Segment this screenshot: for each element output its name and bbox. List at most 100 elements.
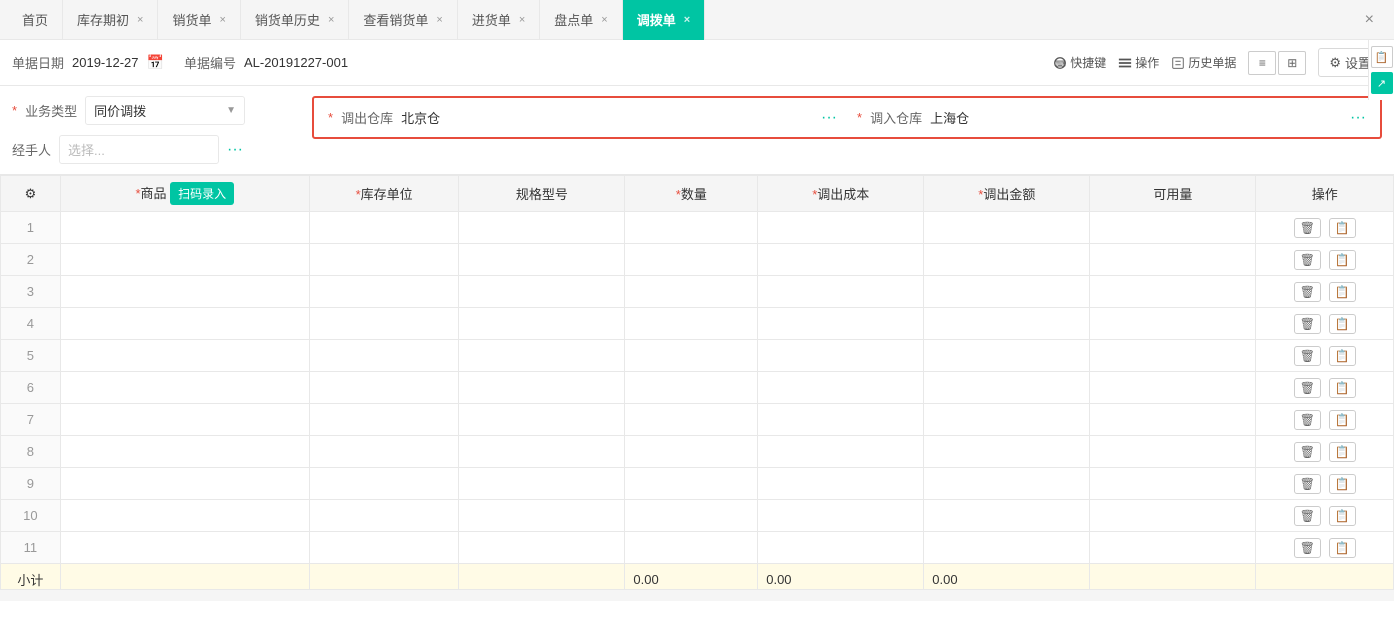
history-action[interactable]: 历史单据 [1171,54,1236,71]
cell-product-2[interactable] [60,244,309,276]
delete-btn-4[interactable]: 🗑 [1294,314,1321,334]
cell-spec-4[interactable] [459,308,625,340]
cell-available-11[interactable] [1090,532,1256,564]
cell-available-4[interactable] [1090,308,1256,340]
delete-btn-9[interactable]: 🗑 [1294,474,1321,494]
cell-product-5[interactable] [60,340,309,372]
cell-qty-2[interactable] [625,244,758,276]
tab-sales-history[interactable]: 销货单历史 × [241,0,349,40]
cell-cost-2[interactable] [758,244,924,276]
cell-product-3[interactable] [60,276,309,308]
tab-close-view-sales[interactable]: × [436,14,442,26]
cell-qty-1[interactable] [625,212,758,244]
tab-purchase[interactable]: 进货单 × [458,0,540,40]
cell-product-10[interactable] [60,500,309,532]
cell-spec-10[interactable] [459,500,625,532]
cell-product-6[interactable] [60,372,309,404]
tab-inventory-init[interactable]: 库存期初 × [63,0,158,40]
cell-available-3[interactable] [1090,276,1256,308]
cell-qty-6[interactable] [625,372,758,404]
cell-product-11[interactable] [60,532,309,564]
delete-btn-8[interactable]: 🗑 [1294,442,1321,462]
copy-btn-4[interactable]: 📋 [1329,314,1356,334]
cell-available-6[interactable] [1090,372,1256,404]
cell-available-2[interactable] [1090,244,1256,276]
cell-cost-4[interactable] [758,308,924,340]
cell-spec-5[interactable] [459,340,625,372]
cell-unit-9[interactable] [309,468,458,500]
tab-close-sales-history[interactable]: × [328,14,334,26]
copy-btn-9[interactable]: 📋 [1329,474,1356,494]
cell-product-9[interactable] [60,468,309,500]
cell-spec-3[interactable] [459,276,625,308]
cell-unit-3[interactable] [309,276,458,308]
tab-close-inventory-init[interactable]: × [137,14,143,26]
cell-qty-10[interactable] [625,500,758,532]
cell-product-7[interactable] [60,404,309,436]
delete-btn-7[interactable]: 🗑 [1294,410,1321,430]
cell-available-1[interactable] [1090,212,1256,244]
copy-btn-6[interactable]: 📋 [1329,378,1356,398]
cell-spec-9[interactable] [459,468,625,500]
cell-product-1[interactable] [60,212,309,244]
cell-available-9[interactable] [1090,468,1256,500]
cell-unit-7[interactable] [309,404,458,436]
cell-amount-3[interactable] [924,276,1090,308]
copy-btn-7[interactable]: 📋 [1329,410,1356,430]
copy-btn-8[interactable]: 📋 [1329,442,1356,462]
grid-view-button[interactable]: ⊞ [1278,51,1306,75]
calendar-icon[interactable]: 📅 [147,54,164,71]
cell-amount-10[interactable] [924,500,1090,532]
cell-cost-6[interactable] [758,372,924,404]
cell-amount-2[interactable] [924,244,1090,276]
cell-cost-9[interactable] [758,468,924,500]
cell-amount-11[interactable] [924,532,1090,564]
tab-transfer[interactable]: 调拨单 × [623,0,705,40]
cell-unit-5[interactable] [309,340,458,372]
list-view-button[interactable]: ≡ [1248,51,1276,75]
cell-spec-6[interactable] [459,372,625,404]
tab-close-sales-order[interactable]: × [219,14,225,26]
cell-qty-11[interactable] [625,532,758,564]
cell-available-10[interactable] [1090,500,1256,532]
handler-select[interactable]: 选择... [59,135,219,164]
cell-unit-1[interactable] [309,212,458,244]
delete-btn-3[interactable]: 🗑 [1294,282,1321,302]
cell-available-7[interactable] [1090,404,1256,436]
tab-sales-order[interactable]: 销货单 × [158,0,240,40]
copy-btn-1[interactable]: 📋 [1329,218,1356,238]
cell-spec-1[interactable] [459,212,625,244]
cell-spec-11[interactable] [459,532,625,564]
cell-spec-7[interactable] [459,404,625,436]
cell-qty-3[interactable] [625,276,758,308]
cell-cost-8[interactable] [758,436,924,468]
cell-spec-2[interactable] [459,244,625,276]
cell-qty-4[interactable] [625,308,758,340]
cell-qty-7[interactable] [625,404,758,436]
cell-amount-6[interactable] [924,372,1090,404]
cell-unit-2[interactable] [309,244,458,276]
cell-qty-8[interactable] [625,436,758,468]
cell-available-5[interactable] [1090,340,1256,372]
tab-home[interactable]: 首页 [8,0,63,40]
tab-close-transfer[interactable]: × [684,14,690,26]
operation-action[interactable]: 操作 [1118,54,1159,71]
delete-btn-6[interactable]: 🗑 [1294,378,1321,398]
cell-product-8[interactable] [60,436,309,468]
delete-btn-2[interactable]: 🗑 [1294,250,1321,270]
cell-unit-11[interactable] [309,532,458,564]
cell-amount-8[interactable] [924,436,1090,468]
cell-amount-9[interactable] [924,468,1090,500]
window-close-button[interactable]: × [1353,11,1386,29]
delete-btn-1[interactable]: 🗑 [1294,218,1321,238]
delete-btn-10[interactable]: 🗑 [1294,506,1321,526]
delete-btn-5[interactable]: 🗑 [1294,346,1321,366]
cell-unit-4[interactable] [309,308,458,340]
delete-btn-11[interactable]: 🗑 [1294,538,1321,558]
cell-cost-10[interactable] [758,500,924,532]
th-gear[interactable]: ⚙ [1,176,61,212]
cell-qty-5[interactable] [625,340,758,372]
cell-qty-9[interactable] [625,468,758,500]
copy-btn-5[interactable]: 📋 [1329,346,1356,366]
cell-cost-1[interactable] [758,212,924,244]
